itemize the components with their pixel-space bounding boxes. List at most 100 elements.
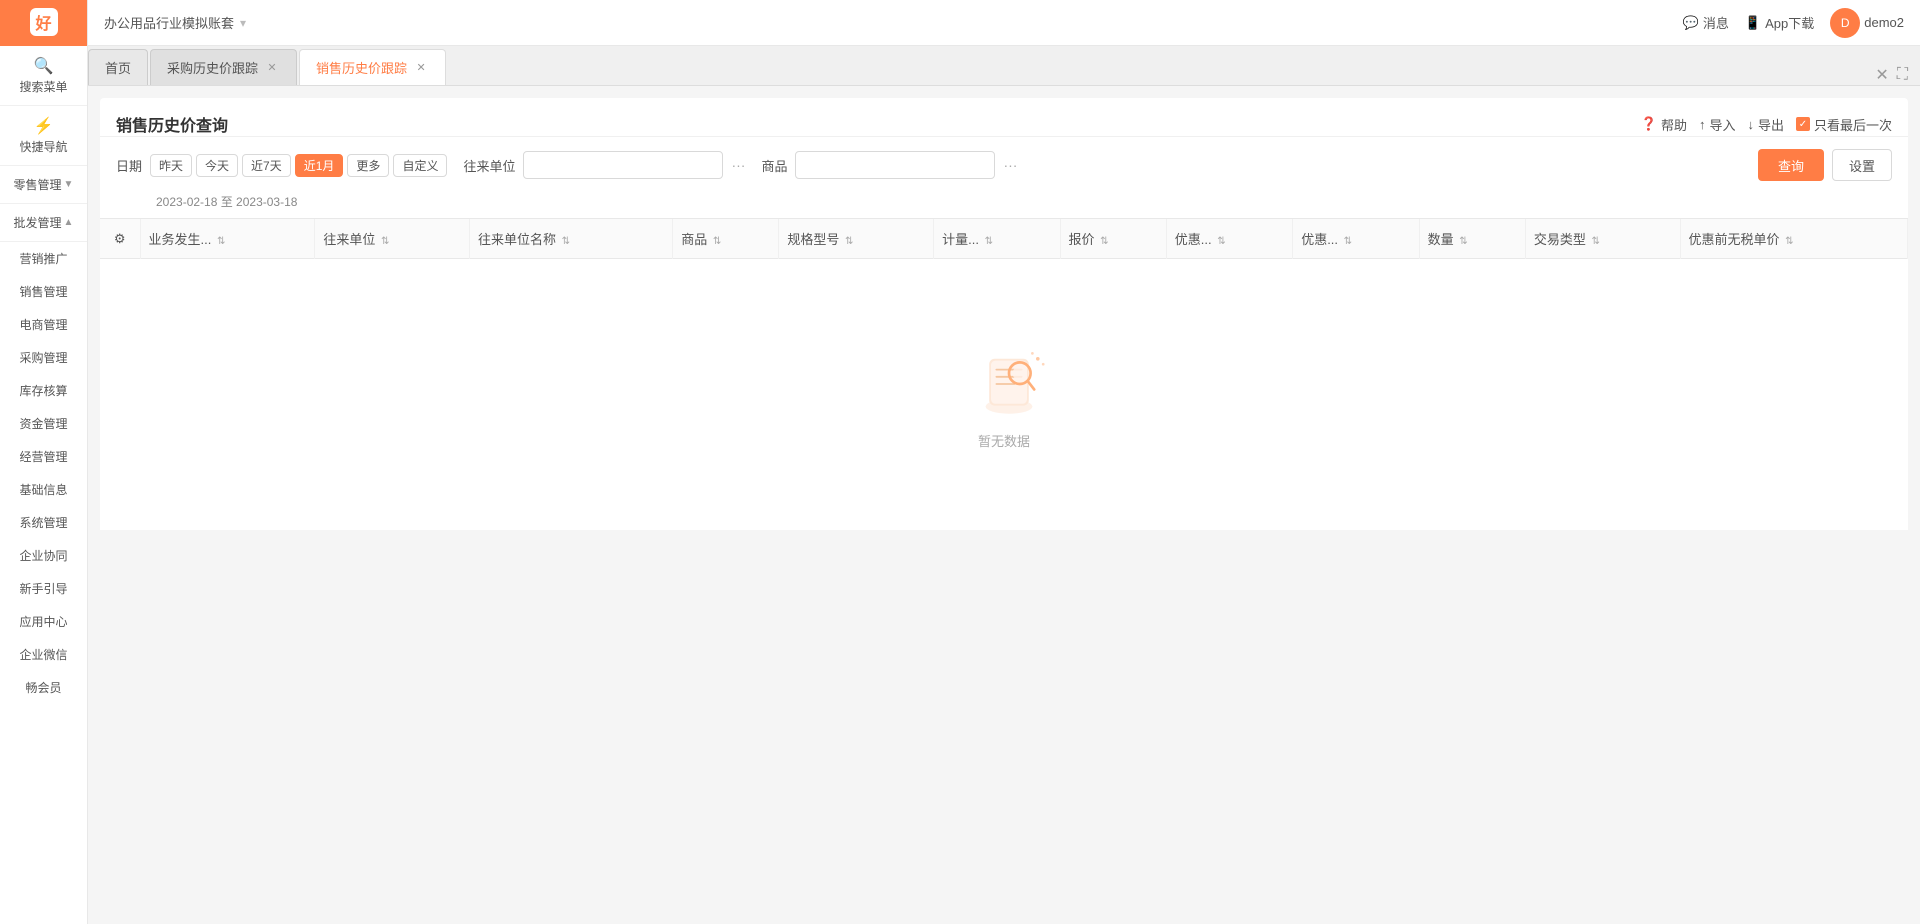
help-icon: ❓: [1641, 116, 1657, 132]
date-btn-today[interactable]: 今天: [196, 154, 238, 177]
sidebar-item-inventory[interactable]: 库存核算: [0, 374, 87, 407]
sidebar-item-operations[interactable]: 经营管理: [0, 440, 87, 473]
th-discount1[interactable]: 优惠... ⇅: [1166, 219, 1292, 259]
th-quantity[interactable]: 数量 ⇅: [1419, 219, 1525, 259]
empty-svg: [964, 339, 1054, 429]
only-last-checkbox[interactable]: ✓: [1796, 117, 1810, 131]
sidebar-item-basic-info[interactable]: 基础信息: [0, 473, 87, 506]
th-biz-date[interactable]: 业务发生... ⇅: [140, 219, 315, 259]
maximize-icon[interactable]: ⛶: [1897, 66, 1908, 84]
data-table-container: ⚙ 业务发生... ⇅ 往来单位 ⇅ 往来单位名称 ⇅ 商品 ⇅ 规格型号 ⇅ …: [100, 218, 1908, 530]
th-gear[interactable]: ⚙: [100, 219, 140, 259]
topbar-actions: 💬 消息 📱 App下载 D demo2: [1683, 8, 1904, 38]
chevron-right-icon: ▾: [240, 16, 246, 30]
empty-illustration: [964, 339, 1044, 419]
date-btn-more[interactable]: 更多: [347, 154, 389, 177]
sidebar-item-ecommerce[interactable]: 电商管理: [0, 308, 87, 341]
sidebar-item-enterprise[interactable]: 企业协同: [0, 539, 87, 572]
flash-icon: ⚡: [34, 116, 54, 136]
sidebar-item-app-center[interactable]: 应用中心: [0, 605, 87, 638]
sidebar-item-sales-mgmt[interactable]: 销售管理: [0, 275, 87, 308]
user-action[interactable]: D demo2: [1830, 8, 1904, 38]
sidebar-item-finance[interactable]: 资金管理: [0, 407, 87, 440]
th-spec[interactable]: 规格型号 ⇅: [779, 219, 934, 259]
breadcrumb: 办公用品行业模拟账套 ▾: [104, 13, 1671, 32]
partner-filter-group: 往来单位 ···: [463, 151, 745, 179]
partner-input[interactable]: [523, 151, 723, 179]
th-trade-type[interactable]: 交易类型 ⇅: [1525, 219, 1680, 259]
tab-purchase-history-close[interactable]: ✕: [264, 60, 280, 76]
import-icon: ↑: [1699, 117, 1706, 132]
partner-label: 往来单位: [463, 156, 515, 175]
tabbar-end: ✕ ⛶: [1863, 65, 1920, 85]
import-action[interactable]: ↑ 导入: [1699, 115, 1736, 134]
tab-sales-history-close[interactable]: ✕: [413, 60, 429, 76]
export-icon: ↓: [1747, 117, 1754, 132]
sidebar-item-retail-mgmt[interactable]: 零售管理 ▼: [0, 166, 87, 204]
sidebar-item-marketing[interactable]: 营销推广: [0, 242, 87, 275]
empty-state: 暂无数据: [100, 259, 1908, 530]
chevron-down-icon: ▼: [64, 179, 74, 190]
page-title: 销售历史价查询: [116, 112, 228, 136]
download-icon: 📱: [1745, 15, 1761, 31]
settings-button[interactable]: 设置: [1832, 149, 1892, 181]
message-action[interactable]: 💬 消息: [1683, 13, 1729, 32]
date-buttons: 昨天 今天 近7天 近1月 更多 自定义: [150, 154, 447, 177]
app-logo: 好: [0, 0, 87, 46]
search-icon: 🔍: [34, 56, 54, 76]
table-header-row: ⚙ 业务发生... ⇅ 往来单位 ⇅ 往来单位名称 ⇅ 商品 ⇅ 规格型号 ⇅ …: [100, 219, 1908, 259]
sidebar: 好 🔍 搜索菜单 ⚡ 快捷导航 零售管理 ▼ 批发管理 ▲ 营销推广 销售管理 …: [0, 0, 88, 924]
date-btn-7days[interactable]: 近7天: [242, 154, 291, 177]
goods-filter-group: 商品 ···: [761, 151, 1017, 179]
sidebar-item-system[interactable]: 系统管理: [0, 506, 87, 539]
app-download-action[interactable]: 📱 App下载: [1745, 13, 1814, 32]
th-discount2[interactable]: 优惠... ⇅: [1293, 219, 1419, 259]
goods-label: 商品: [761, 156, 787, 175]
date-label: 日期: [116, 156, 142, 175]
th-goods[interactable]: 商品 ⇅: [673, 219, 779, 259]
export-action[interactable]: ↓ 导出: [1747, 115, 1784, 134]
partner-dots[interactable]: ···: [731, 157, 745, 173]
sidebar-item-member[interactable]: 畅会员: [0, 671, 87, 704]
tabbar: 首页 采购历史价跟踪 ✕ 销售历史价跟踪 ✕ ✕ ⛶: [88, 46, 1920, 86]
sidebar-item-wholesale-mgmt[interactable]: 批发管理 ▲: [0, 204, 87, 242]
avatar: D: [1830, 8, 1860, 38]
goods-input[interactable]: [795, 151, 995, 179]
data-table: ⚙ 业务发生... ⇅ 往来单位 ⇅ 往来单位名称 ⇅ 商品 ⇅ 规格型号 ⇅ …: [100, 219, 1908, 259]
sidebar-item-quick-nav[interactable]: ⚡ 快捷导航: [0, 106, 87, 166]
main-area: 办公用品行业模拟账套 ▾ 💬 消息 📱 App下载 D demo2 首页 采购历…: [88, 0, 1920, 924]
date-btn-custom[interactable]: 自定义: [393, 154, 447, 177]
query-button[interactable]: 查询: [1758, 149, 1824, 181]
page-header-actions: ❓ 帮助 ↑ 导入 ↓ 导出 ✓ 只看最后一次: [1641, 115, 1892, 134]
breadcrumb-text: 办公用品行业模拟账套: [104, 13, 234, 32]
only-last-checkbox-label[interactable]: ✓ 只看最后一次: [1796, 115, 1892, 134]
message-icon: 💬: [1683, 15, 1699, 31]
goods-dots[interactable]: ···: [1003, 157, 1017, 173]
tab-sales-history[interactable]: 销售历史价跟踪 ✕: [299, 49, 446, 85]
tab-home[interactable]: 首页: [88, 49, 148, 85]
sidebar-item-guide[interactable]: 新手引导: [0, 572, 87, 605]
help-action[interactable]: ❓ 帮助: [1641, 115, 1687, 134]
tab-purchase-history[interactable]: 采购历史价跟踪 ✕: [150, 49, 297, 85]
sidebar-item-purchase-mgmt[interactable]: 采购管理: [0, 341, 87, 374]
filter-right-actions: 查询 设置: [1758, 149, 1892, 181]
chevron-up-icon: ▲: [64, 217, 74, 228]
sidebar-item-weixin[interactable]: 企业微信: [0, 638, 87, 671]
topbar: 办公用品行业模拟账套 ▾ 💬 消息 📱 App下载 D demo2: [88, 0, 1920, 46]
logo-icon: 好: [30, 8, 58, 36]
content-area: 销售历史价查询 ❓ 帮助 ↑ 导入 ↓ 导出 ✓ 只看最后一次: [88, 86, 1920, 924]
th-unit[interactable]: 计量... ⇅: [934, 219, 1060, 259]
th-quote[interactable]: 报价 ⇅: [1060, 219, 1166, 259]
date-filter-group: 日期 昨天 今天 近7天 近1月 更多 自定义: [116, 154, 447, 177]
empty-text: 暂无数据: [978, 431, 1030, 450]
filter-bar: 日期 昨天 今天 近7天 近1月 更多 自定义 往来单位 ··· 商品 ···: [100, 136, 1908, 193]
page-header: 销售历史价查询 ❓ 帮助 ↑ 导入 ↓ 导出 ✓ 只看最后一次: [100, 98, 1908, 136]
date-btn-1month[interactable]: 近1月: [295, 154, 344, 177]
sidebar-item-search-menu[interactable]: 🔍 搜索菜单: [0, 46, 87, 106]
date-range-display: 2023-02-18 至 2023-03-18: [100, 193, 1908, 218]
th-partner-code[interactable]: 往来单位 ⇅: [315, 219, 470, 259]
close-all-tabs-icon[interactable]: ✕: [1875, 65, 1888, 85]
th-pre-tax-price[interactable]: 优惠前无税单价 ⇅: [1680, 219, 1907, 259]
th-partner-name[interactable]: 往来单位名称 ⇅: [470, 219, 673, 259]
date-btn-yesterday[interactable]: 昨天: [150, 154, 192, 177]
